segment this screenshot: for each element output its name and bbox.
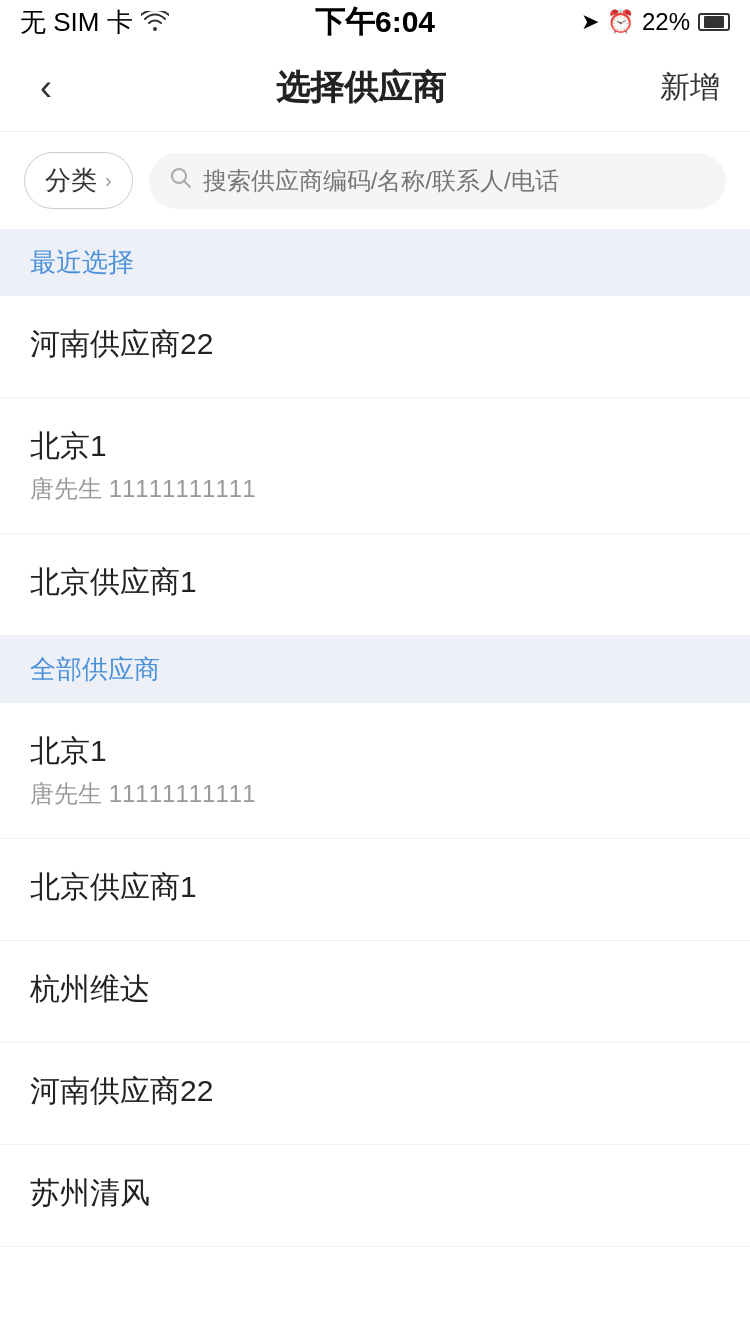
page-title: 选择供应商	[276, 65, 446, 111]
item-name: 北京1	[30, 426, 720, 467]
status-time: 下午6:04	[315, 2, 435, 43]
list-item[interactable]: 北京1 唐先生 11111111111	[0, 398, 750, 534]
category-button[interactable]: 分类 ›	[24, 152, 133, 209]
item-name: 河南供应商22	[30, 1071, 720, 1112]
list-item[interactable]: 河南供应商22	[0, 296, 750, 398]
list-item[interactable]: 北京1 唐先生 11111111111	[0, 703, 750, 839]
list-item[interactable]: 苏州清风	[0, 1145, 750, 1247]
list-item[interactable]: 北京供应商1	[0, 839, 750, 941]
item-name: 杭州维达	[30, 969, 720, 1010]
item-sub: 唐先生 11111111111	[30, 473, 720, 505]
search-icon	[169, 165, 193, 197]
wifi-icon	[141, 7, 169, 38]
search-bar: 分类 ›	[0, 132, 750, 229]
all-items-list: 北京1 唐先生 11111111111 北京供应商1 杭州维达河南供应商22 苏州清风	[0, 703, 750, 1247]
item-name: 北京1	[30, 731, 720, 772]
alarm-icon: ⏰	[607, 9, 634, 35]
status-bar: 无 SIM 卡 下午6:04 ➤ ⏰ 22%	[0, 0, 750, 44]
list-item[interactable]: 北京供应商1	[0, 534, 750, 636]
back-button[interactable]: ‹	[30, 57, 62, 119]
status-right: ➤ ⏰ 22%	[581, 8, 730, 36]
add-button[interactable]: 新增	[660, 67, 720, 108]
battery-label: 22%	[642, 8, 690, 36]
svg-line-1	[184, 181, 190, 187]
category-label: 分类	[45, 163, 97, 198]
recent-items-list: 河南供应商22 北京1 唐先生 11111111111 北京供应商1	[0, 296, 750, 636]
item-sub: 唐先生 11111111111	[30, 778, 720, 810]
recent-section-label: 最近选择	[30, 247, 134, 277]
all-section-header: 全部供应商	[0, 636, 750, 703]
item-name: 北京供应商1	[30, 867, 720, 908]
status-left: 无 SIM 卡	[20, 5, 169, 40]
recent-section-header: 最近选择	[0, 229, 750, 296]
search-input[interactable]	[203, 167, 706, 195]
list-item[interactable]: 河南供应商22	[0, 1043, 750, 1145]
item-name: 北京供应商1	[30, 562, 720, 603]
item-name: 河南供应商22	[30, 324, 720, 365]
nav-bar: ‹ 选择供应商 新增	[0, 44, 750, 132]
item-name: 苏州清风	[30, 1173, 720, 1214]
battery-icon	[698, 13, 730, 31]
list-item[interactable]: 杭州维达	[0, 941, 750, 1043]
search-input-wrap[interactable]	[149, 153, 726, 209]
carrier-label: 无 SIM 卡	[20, 5, 133, 40]
all-section-label: 全部供应商	[30, 654, 160, 684]
location-icon: ➤	[581, 9, 599, 35]
chevron-right-icon: ›	[105, 169, 112, 192]
